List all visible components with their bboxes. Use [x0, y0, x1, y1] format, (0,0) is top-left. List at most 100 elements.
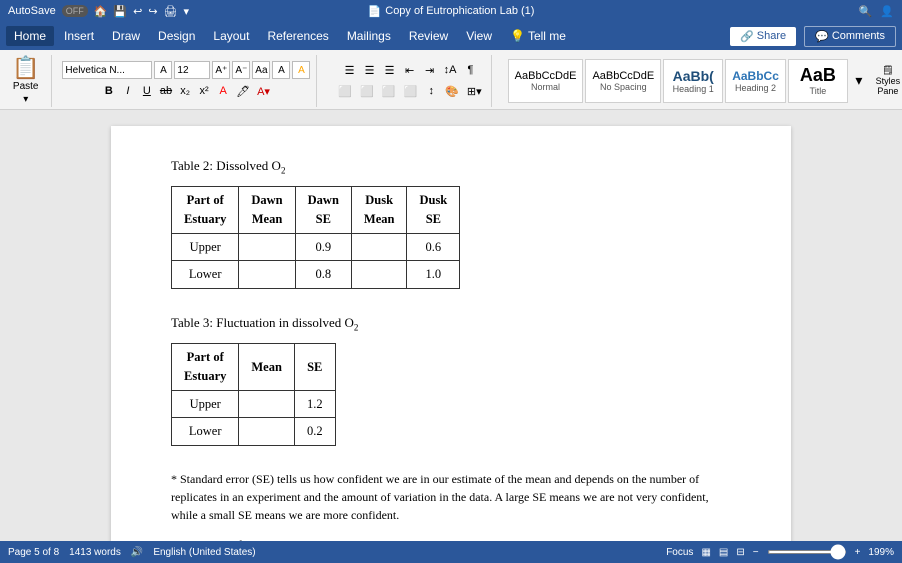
- align-left[interactable]: ⬜: [335, 82, 355, 100]
- increase-indent[interactable]: ⇥: [421, 61, 439, 79]
- table2: Part ofEstuary DawnMean DawnSE DuskMean …: [171, 186, 460, 289]
- layout-icon2[interactable]: ▤: [719, 547, 728, 558]
- ribbon: 📋 Paste ▾ A A⁺ A⁻ Aa A A B I U ab x₂ x² …: [0, 50, 902, 110]
- zoom-level[interactable]: 199%: [868, 547, 894, 558]
- menu-draw[interactable]: Draw: [104, 26, 148, 46]
- style-no-spacing[interactable]: AaBbCcDdE No Spacing: [585, 59, 661, 103]
- title-bar-center: 📄 Copy of Eutrophication Lab (1): [368, 5, 535, 18]
- table2-col-dawnse: DawnSE: [295, 187, 351, 234]
- underline-button[interactable]: U: [138, 82, 156, 100]
- sort-button[interactable]: ↕A: [441, 61, 460, 79]
- table3-col-mean: Mean: [239, 344, 295, 391]
- table-row: Lower 0.8 1.0: [172, 261, 460, 289]
- paste-icon: 📋: [12, 57, 39, 79]
- show-marks-button[interactable]: ¶: [461, 61, 479, 79]
- style-normal[interactable]: AaBbCcDdE Normal: [508, 59, 584, 103]
- undo-icon[interactable]: ↩: [133, 5, 142, 18]
- borders-button[interactable]: ⊞▾: [464, 82, 485, 100]
- font-name-input[interactable]: [62, 61, 152, 79]
- bullets-button[interactable]: ☰: [341, 61, 359, 79]
- word-count: 1413 words: [69, 547, 121, 558]
- format-row: B I U ab x₂ x² A 🖊 A▾: [100, 82, 273, 100]
- font-size-shrink[interactable]: A⁻: [232, 61, 250, 79]
- font-color-button[interactable]: A: [214, 82, 232, 100]
- clipboard-group: 📋 Paste ▾: [6, 55, 52, 107]
- styles-pane-button[interactable]: 🗒 StylesPane: [870, 58, 902, 104]
- table2-col-duskse: DuskSE: [407, 187, 460, 234]
- menu-review[interactable]: Review: [401, 26, 456, 46]
- menu-insert[interactable]: Insert: [56, 26, 102, 46]
- zoom-out-icon[interactable]: −: [753, 547, 759, 558]
- table2-col-dawnmean: DawnMean: [239, 187, 295, 234]
- document-container: Table 2: Dissolved O2 Part ofEstuary Daw…: [0, 110, 902, 541]
- bold-button[interactable]: B: [100, 82, 118, 100]
- subscript-button[interactable]: x₂: [176, 82, 194, 100]
- align-row: ⬜ ⬜ ⬜ ⬜ ↕ 🎨 ⊞▾: [335, 82, 484, 100]
- styles-pane-icon: 🗒: [882, 65, 893, 76]
- title-bar: AutoSave OFF 🏠 💾 ↩ ↪ 🖨 ▾ 📄 Copy of Eutro…: [0, 0, 902, 22]
- search-icon[interactable]: 🔍: [859, 5, 873, 18]
- menu-home[interactable]: Home: [6, 26, 54, 46]
- redo-icon[interactable]: ↪: [148, 5, 157, 18]
- font-size-grow[interactable]: A⁺: [212, 61, 230, 79]
- page-info: Page 5 of 8: [8, 547, 59, 558]
- read-aloud-icon[interactable]: 🔊: [131, 547, 143, 558]
- change-case-btn[interactable]: A: [272, 61, 290, 79]
- highlight-btn[interactable]: A: [292, 61, 310, 79]
- autosave-toggle[interactable]: OFF: [62, 5, 88, 17]
- shading-button[interactable]: 🎨: [442, 82, 462, 100]
- save-icon[interactable]: 💾: [113, 5, 127, 18]
- comments-button[interactable]: 💬 Comments: [804, 26, 896, 47]
- paragraph-group: ☰ ☰ ☰ ⇤ ⇥ ↕A ¶ ⬜ ⬜ ⬜ ⬜ ↕ 🎨 ⊞▾: [329, 55, 491, 107]
- zoom-slider[interactable]: [767, 550, 847, 554]
- italic-button[interactable]: I: [119, 82, 137, 100]
- table3-section: Table 3: Fluctuation in dissolved O2 Par…: [171, 313, 731, 446]
- share-button[interactable]: 🔗 Share: [730, 27, 796, 46]
- paste-button[interactable]: 📋 Paste ▾: [6, 55, 45, 107]
- status-bar: Page 5 of 8 1413 words 🔊 English (United…: [0, 541, 902, 563]
- font-name-row: A A⁺ A⁻ Aa A A: [62, 61, 310, 79]
- superscript-button[interactable]: x²: [195, 82, 213, 100]
- text-highlight-button[interactable]: 🖊: [233, 82, 253, 100]
- menu-references[interactable]: References: [259, 26, 336, 46]
- menu-design[interactable]: Design: [150, 26, 203, 46]
- profile-icon[interactable]: 👤: [880, 5, 894, 18]
- strikethrough-button[interactable]: ab: [157, 82, 175, 100]
- align-right[interactable]: ⬜: [379, 82, 399, 100]
- footnote-text: * Standard error (SE) tells us how confi…: [171, 470, 731, 524]
- layout-icon1[interactable]: ▦: [701, 547, 710, 558]
- print-icon[interactable]: 🖨: [164, 5, 178, 18]
- style-heading2[interactable]: AaBbCc Heading 2: [725, 59, 786, 103]
- line-spacing[interactable]: ↕: [422, 82, 440, 100]
- font-size-input[interactable]: [174, 61, 210, 79]
- menu-layout[interactable]: Layout: [205, 26, 257, 46]
- style-heading1[interactable]: AaBb( Heading 1: [663, 59, 723, 103]
- styles-group: AaBbCcDdE Normal AaBbCcDdE No Spacing Aa…: [504, 56, 902, 106]
- align-justify[interactable]: ⬜: [401, 82, 421, 100]
- decrease-indent[interactable]: ⇤: [401, 61, 419, 79]
- layout-icon3[interactable]: ⊟: [736, 547, 744, 558]
- table3: Part ofEstuary Mean SE Upper 1.2 Lower 0: [171, 343, 336, 446]
- menu-mailings[interactable]: Mailings: [339, 26, 399, 46]
- font-color-btn2[interactable]: A▾: [254, 82, 273, 100]
- font-size-down[interactable]: A: [154, 61, 172, 79]
- numbering-button[interactable]: ☰: [361, 61, 379, 79]
- align-center[interactable]: ⬜: [357, 82, 377, 100]
- paste-dropdown[interactable]: ▾: [23, 94, 28, 105]
- focus-label[interactable]: Focus: [666, 547, 693, 558]
- table2-col-duskmean: DuskMean: [351, 187, 407, 234]
- menu-tell-me[interactable]: 💡Tell me: [502, 26, 574, 46]
- table3-col-se: SE: [294, 344, 335, 391]
- styles-more-btn[interactable]: ▾: [850, 58, 868, 104]
- multilevel-button[interactable]: ☰: [381, 61, 399, 79]
- comments-icon: 💬: [815, 30, 829, 43]
- language: English (United States): [153, 547, 255, 558]
- title-bar-left: AutoSave OFF 🏠 💾 ↩ ↪ 🖨 ▾: [8, 5, 189, 18]
- menu-actions: 🔗 Share 💬 Comments: [730, 26, 896, 47]
- menu-view[interactable]: View: [458, 26, 500, 46]
- clear-format-btn[interactable]: Aa: [252, 61, 270, 79]
- more-icon[interactable]: ▾: [184, 5, 190, 18]
- table3-caption: Table 3: Fluctuation in dissolved O2: [171, 313, 731, 335]
- zoom-in-icon[interactable]: +: [855, 547, 861, 558]
- style-title[interactable]: AaB Title: [788, 59, 848, 103]
